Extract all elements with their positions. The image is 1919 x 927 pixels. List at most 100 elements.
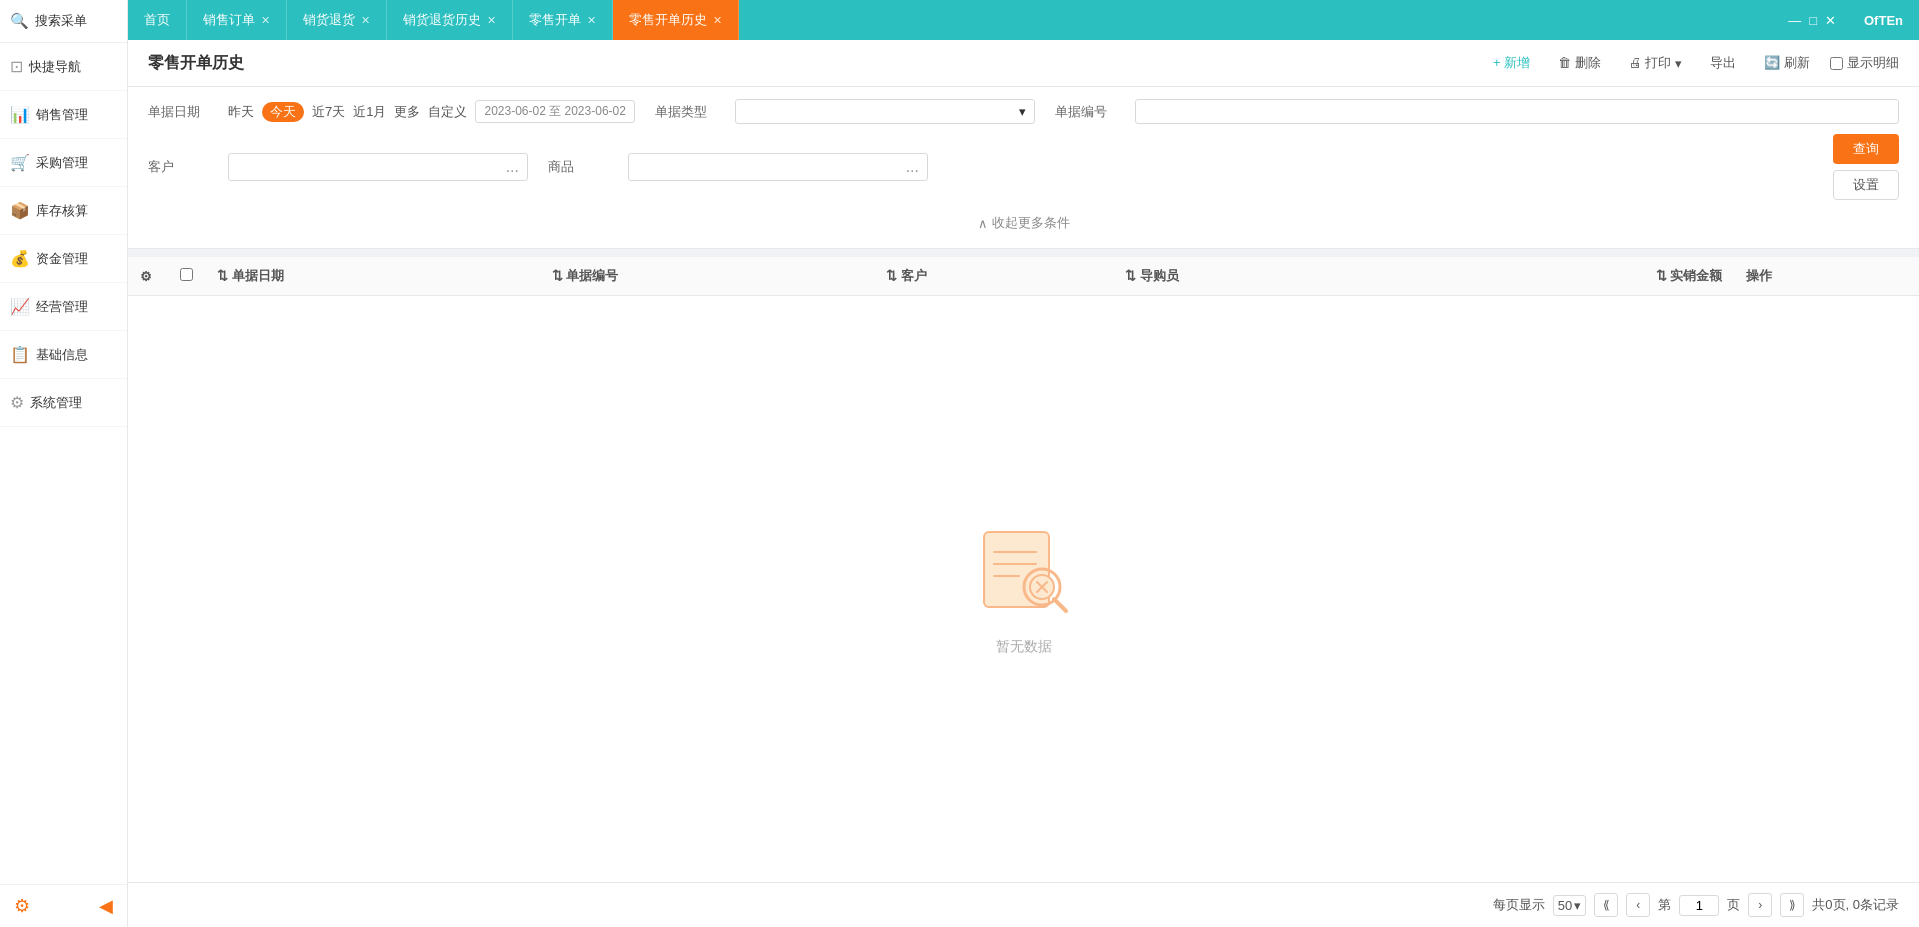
tab-retail-open-label: 零售开单 <box>529 11 581 29</box>
window-maximize[interactable]: □ <box>1809 13 1817 28</box>
page-size-select[interactable]: 50 ▾ <box>1553 895 1586 916</box>
operations-icon: 📈 <box>10 297 30 316</box>
table-area: ⚙ ⇅ 单据日期 ⇅ 单据编号 <box>128 257 1919 927</box>
finance-icon: 💰 <box>10 249 30 268</box>
sidebar-item-sales-mgmt[interactable]: 📊 销售管理 <box>0 91 127 139</box>
system-mgmt-icon: ⚙ <box>10 393 24 412</box>
print-dropdown-icon[interactable]: ▾ <box>1675 56 1682 71</box>
col-amount-sort-icon[interactable]: ⇅ <box>1656 268 1667 283</box>
date-1month[interactable]: 近1月 <box>353 103 386 121</box>
sidebar-item-label: 系统管理 <box>30 394 82 412</box>
col-action-label: 操作 <box>1746 268 1772 283</box>
number-filter-input[interactable] <box>1135 99 1899 124</box>
select-all-checkbox[interactable] <box>180 268 193 281</box>
data-table: ⚙ ⇅ 单据日期 ⇅ 单据编号 <box>128 257 1919 296</box>
sidebar-item-label: 资金管理 <box>36 250 88 268</box>
customer-select[interactable]: ... <box>228 153 528 181</box>
date-7days[interactable]: 近7天 <box>312 103 345 121</box>
page-size-value: 50 <box>1558 898 1572 913</box>
goods-dots[interactable]: ... <box>906 158 919 176</box>
tab-retail-open[interactable]: 零售开单 ✕ <box>513 0 613 40</box>
new-button[interactable]: + 新增 <box>1485 50 1538 76</box>
main-content: 首页 销售订单 ✕ 销货退货 ✕ 销货退货历史 ✕ 零售开单 ✕ 零售开单历史 … <box>128 0 1919 927</box>
refresh-label: 🔄 刷新 <box>1764 54 1810 72</box>
delete-button[interactable]: 🗑 删除 <box>1550 50 1609 76</box>
quick-nav-icon: ⊡ <box>10 57 23 76</box>
pagination: 每页显示 50 ▾ ⟪ ‹ 第 1 页 › ⟫ 共0页, 0条记录 <box>128 882 1919 927</box>
tab-home[interactable]: 首页 <box>128 0 187 40</box>
filter-area: 单据日期 昨天 今天 近7天 近1月 更多 自定义 2023-06-02 至 2… <box>128 87 1919 249</box>
col-salesperson-label: 导购员 <box>1140 268 1179 283</box>
export-label: 导出 <box>1710 54 1736 72</box>
col-salesperson: ⇅ 导购员 <box>1113 257 1400 296</box>
empty-text: 暂无数据 <box>996 638 1052 656</box>
sidebar-menu: ⊡ 快捷导航 📊 销售管理 🛒 采购管理 📦 库存核算 💰 资金管理 📈 经营管… <box>0 43 127 884</box>
export-button[interactable]: 导出 <box>1702 50 1744 76</box>
col-number-sort-icon[interactable]: ⇅ <box>552 268 563 283</box>
print-button[interactable]: 🖨 打印 ▾ <box>1621 50 1691 76</box>
filter-row-1: 单据日期 昨天 今天 近7天 近1月 更多 自定义 2023-06-02 至 2… <box>148 99 1899 124</box>
tab-retail-open-history[interactable]: 零售开单历史 ✕ <box>613 0 739 40</box>
display-detail-checkbox[interactable]: 显示明细 <box>1830 54 1899 72</box>
first-page-btn[interactable]: ⟪ <box>1594 893 1618 917</box>
sidebar-item-quick-nav[interactable]: ⊡ 快捷导航 <box>0 43 127 91</box>
sidebar-item-operations[interactable]: 📈 经营管理 <box>0 283 127 331</box>
customer-dots[interactable]: ... <box>506 158 519 176</box>
date-today[interactable]: 今天 <box>262 102 304 122</box>
table-settings-icon[interactable]: ⚙ <box>140 269 152 284</box>
display-detail-input[interactable] <box>1830 57 1843 70</box>
tab-sales-return-history-close[interactable]: ✕ <box>487 14 496 27</box>
prev-page-btn[interactable]: ‹ <box>1626 893 1650 917</box>
page-label: 第 <box>1658 896 1671 914</box>
number-filter-label: 单据编号 <box>1055 103 1115 121</box>
tab-sales-order-label: 销售订单 <box>203 11 255 29</box>
tab-retail-open-history-close[interactable]: ✕ <box>713 14 722 27</box>
sidebar-search[interactable]: 🔍 搜索采单 <box>0 0 127 43</box>
settings-gear-icon[interactable]: ⚙ <box>14 895 30 917</box>
type-select[interactable]: ▾ <box>735 99 1035 124</box>
col-date: ⇅ 单据日期 <box>205 257 540 296</box>
tab-sales-order-close[interactable]: ✕ <box>261 14 270 27</box>
filter-row-2: 客户 ... 商品 ... 查询 设置 <box>148 134 1899 200</box>
sidebar: 🔍 搜索采单 ⊡ 快捷导航 📊 销售管理 🛒 采购管理 📦 库存核算 💰 资金管… <box>0 0 128 927</box>
new-label: + 新增 <box>1493 54 1530 72</box>
tab-sales-return-history[interactable]: 销货退货历史 ✕ <box>387 0 513 40</box>
collapse-sidebar-icon[interactable]: ◀ <box>99 895 113 917</box>
window-minimize[interactable]: — <box>1788 13 1801 28</box>
table-checkbox-col <box>168 257 205 296</box>
setting-button[interactable]: 设置 <box>1833 170 1899 200</box>
last-page-btn[interactable]: ⟫ <box>1780 893 1804 917</box>
page-input[interactable]: 1 <box>1679 895 1719 916</box>
svg-line-6 <box>1054 599 1066 611</box>
sidebar-item-inventory[interactable]: 📦 库存核算 <box>0 187 127 235</box>
total-info: 共0页, 0条记录 <box>1812 896 1899 914</box>
window-close[interactable]: ✕ <box>1825 13 1836 28</box>
page-size-dropdown-icon: ▾ <box>1574 898 1581 913</box>
col-customer-label: 客户 <box>901 268 927 283</box>
query-button[interactable]: 查询 <box>1833 134 1899 164</box>
collapse-filter-btn[interactable]: ∧ 收起更多条件 <box>148 210 1899 236</box>
col-date-label: 单据日期 <box>232 268 284 283</box>
tab-sales-return-close[interactable]: ✕ <box>361 14 370 27</box>
refresh-button[interactable]: 🔄 刷新 <box>1756 50 1818 76</box>
type-select-dropdown-icon[interactable]: ▾ <box>1019 104 1026 119</box>
date-custom[interactable]: 自定义 <box>428 103 467 121</box>
tab-retail-open-close[interactable]: ✕ <box>587 14 596 27</box>
date-yesterday[interactable]: 昨天 <box>228 103 254 121</box>
sidebar-item-finance[interactable]: 💰 资金管理 <box>0 235 127 283</box>
sidebar-item-basic-info[interactable]: 📋 基础信息 <box>0 331 127 379</box>
col-salesperson-sort-icon[interactable]: ⇅ <box>1125 268 1136 283</box>
col-customer-sort-icon[interactable]: ⇅ <box>886 268 897 283</box>
per-page-label: 每页显示 <box>1493 896 1545 914</box>
tab-home-label: 首页 <box>144 11 170 29</box>
tab-sales-return[interactable]: 销货退货 ✕ <box>287 0 387 40</box>
page-actions: + 新增 🗑 删除 🖨 打印 ▾ 导出 🔄 刷新 显示明细 <box>1485 50 1899 76</box>
date-range-input[interactable]: 2023-06-02 至 2023-06-02 <box>475 100 635 123</box>
col-date-sort-icon[interactable]: ⇅ <box>217 268 228 283</box>
goods-select[interactable]: ... <box>628 153 928 181</box>
tab-sales-order[interactable]: 销售订单 ✕ <box>187 0 287 40</box>
date-more[interactable]: 更多 <box>394 103 420 121</box>
sidebar-item-system-mgmt[interactable]: ⚙ 系统管理 <box>0 379 127 427</box>
sidebar-item-purchase-mgmt[interactable]: 🛒 采购管理 <box>0 139 127 187</box>
next-page-btn[interactable]: › <box>1748 893 1772 917</box>
